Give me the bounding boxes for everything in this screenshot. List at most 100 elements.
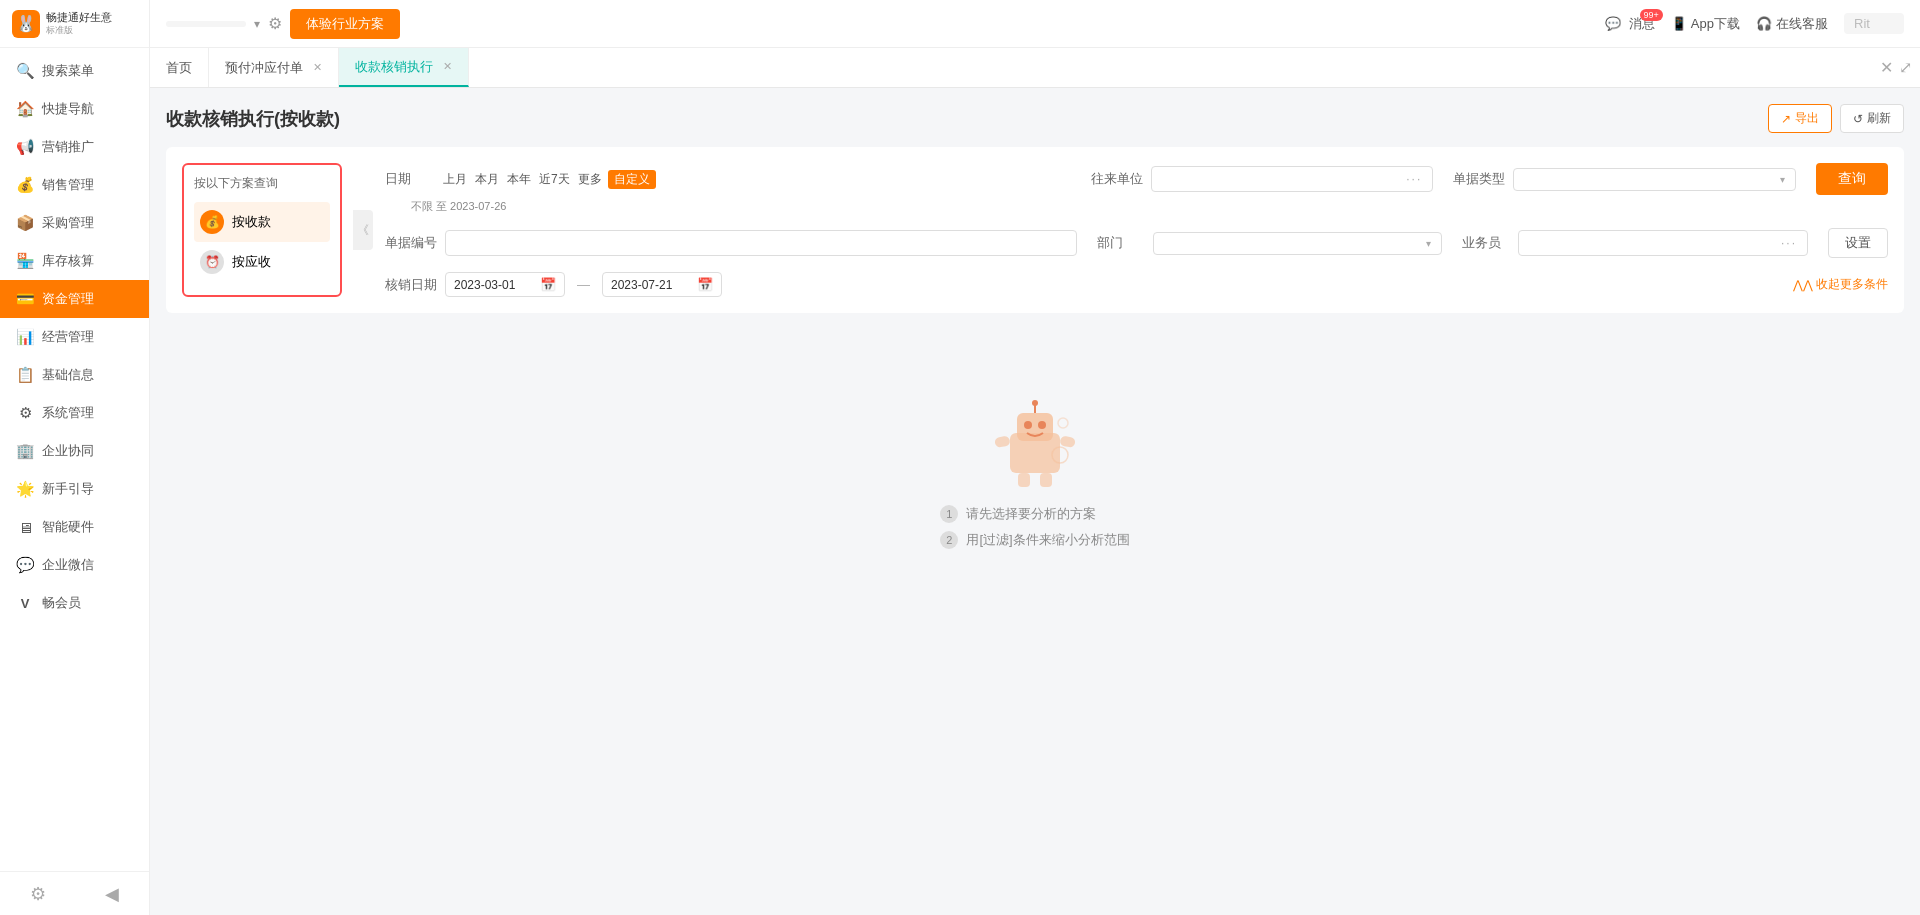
online-service-link[interactable]: 🎧 在线客服 <box>1756 15 1828 33</box>
calendar-start-icon[interactable]: 📅 <box>540 277 556 292</box>
empty-tips: 1 请先选择要分析的方案 2 用[过滤]条件来缩小分析范围 <box>940 505 1129 549</box>
salesperson-select[interactable]: ··· <box>1518 230 1808 256</box>
sidebar-item-label: 企业微信 <box>42 556 94 574</box>
date-sub-hint: 不限 至 2023-07-26 <box>411 199 1888 214</box>
refresh-button[interactable]: ↺ 刷新 <box>1840 104 1904 133</box>
tab-receipt-cancel-close[interactable]: ✕ <box>443 60 452 73</box>
svg-rect-8 <box>1018 473 1030 487</box>
counterparty-label: 往来单位 <box>1091 170 1143 188</box>
tab-close-all-icon[interactable]: ✕ <box>1880 58 1893 77</box>
date-shortcut-this-year[interactable]: 本年 <box>505 170 533 189</box>
logo-name: 畅捷通好生意 <box>46 10 112 24</box>
message-icon[interactable]: 💬 99+ 消息 <box>1605 15 1655 33</box>
receivable-option-icon: ⏰ <box>200 250 224 274</box>
collapse-more-button[interactable]: ⋀⋀ 收起更多条件 <box>1793 276 1888 293</box>
export-button[interactable]: ↗ 导出 <box>1768 104 1832 133</box>
sidebar-item-label: 智能硬件 <box>42 518 94 536</box>
counterparty-select[interactable]: ··· <box>1151 166 1434 192</box>
date-label: 日期 <box>385 170 433 188</box>
filter-option-by-receivable[interactable]: ⏰ 按应收 <box>194 242 330 282</box>
date-shortcut-custom[interactable]: 自定义 <box>608 170 656 189</box>
tip-text-1: 请先选择要分析的方案 <box>966 505 1096 523</box>
salesperson-dots: ··· <box>1781 236 1797 250</box>
tabbar: 首页 预付冲应付单 ✕ 收款核销执行 ✕ ✕ ⤢ <box>150 48 1920 88</box>
empty-state: 1 请先选择要分析的方案 2 用[过滤]条件来缩小分析范围 <box>166 313 1904 629</box>
date-shortcut-last-month[interactable]: 上月 <box>441 170 469 189</box>
filter-date-item: 日期 上月 本月 本年 近7天 更多 自定义 <box>385 170 1071 189</box>
date-shortcut-this-month[interactable]: 本月 <box>473 170 501 189</box>
doctype-select[interactable]: ▾ <box>1513 168 1796 191</box>
docno-input[interactable] <box>445 230 1077 256</box>
filter-salesperson-item: 业务员 ··· <box>1462 230 1808 256</box>
sidebar-item-inventory[interactable]: 🏪 库存核算 <box>0 242 149 280</box>
tab-expand-icon[interactable]: ⤢ <box>1899 58 1912 77</box>
collapse-icon: ⋀⋀ <box>1793 278 1813 292</box>
svg-point-2 <box>1024 421 1032 429</box>
sidebar-item-label: 资金管理 <box>42 290 94 308</box>
page-actions: ↗ 导出 ↺ 刷新 <box>1768 104 1904 133</box>
hardware-icon: 🖥 <box>16 519 34 536</box>
tab-prepay[interactable]: 预付冲应付单 ✕ <box>209 48 339 87</box>
app-download-link[interactable]: 📱 App下载 <box>1671 15 1740 33</box>
tip-num-1: 1 <box>940 505 958 523</box>
sidebar-item-sales[interactable]: 💰 销售管理 <box>0 166 149 204</box>
user-display: Rit <box>1844 13 1904 34</box>
topbar-right: 💬 99+ 消息 📱 App下载 🎧 在线客服 Rit <box>1605 13 1904 34</box>
sidebar-item-finance[interactable]: 💳 资金管理 <box>0 280 149 318</box>
verify-date-end-value: 2023-07-21 <box>611 278 672 292</box>
sidebar-item-label: 快捷导航 <box>42 100 94 118</box>
tab-prepay-close[interactable]: ✕ <box>313 61 322 74</box>
tab-receipt-cancel[interactable]: 收款核销执行 ✕ <box>339 48 469 87</box>
brand-placeholder <box>166 21 246 27</box>
app-download-label: App下载 <box>1691 15 1740 33</box>
date-shortcuts: 上月 本月 本年 近7天 更多 自定义 <box>441 170 656 189</box>
calendar-end-icon[interactable]: 📅 <box>697 277 713 292</box>
search-menu-icon: 🔍 <box>16 62 34 80</box>
guide-icon: 🌟 <box>16 480 34 498</box>
filter-doctype-item: 单据类型 ▾ <box>1453 168 1796 191</box>
sidebar-item-member[interactable]: V 畅会员 <box>0 584 149 622</box>
verify-date-label: 核销日期 <box>385 276 437 294</box>
settings-button[interactable]: 设置 <box>1828 228 1888 258</box>
logo-icon: 🐰 <box>12 10 40 38</box>
page-title: 收款核销执行(按收款) <box>166 107 340 131</box>
sidebar-item-guide[interactable]: 🌟 新手引导 <box>0 470 149 508</box>
settings-bottom-icon[interactable]: ⚙ <box>30 883 46 905</box>
verify-date-start-input[interactable]: 2023-03-01 📅 <box>445 272 565 297</box>
content-area: 收款核销执行(按收款) ↗ 导出 ↺ 刷新 按以下方案查询 💰 按收款 <box>150 88 1920 915</box>
verify-date-end-input[interactable]: 2023-07-21 📅 <box>602 272 722 297</box>
topbar-left: ▾ ⚙ 体验行业方案 <box>166 9 1593 39</box>
filter-collapse-button[interactable]: 《 <box>353 210 373 250</box>
query-btn-col: 查询 <box>1816 163 1888 195</box>
sidebar-item-business[interactable]: 📊 经营管理 <box>0 318 149 356</box>
sidebar-item-system[interactable]: ⚙ 系统管理 <box>0 394 149 432</box>
sidebar-item-purchase[interactable]: 📦 采购管理 <box>0 204 149 242</box>
wechat-icon: 💬 <box>16 556 34 574</box>
sidebar-item-label: 营销推广 <box>42 138 94 156</box>
tab-home[interactable]: 首页 <box>150 48 209 87</box>
sidebar-item-hardware[interactable]: 🖥 智能硬件 <box>0 508 149 546</box>
sidebar-item-base-info[interactable]: 📋 基础信息 <box>0 356 149 394</box>
sidebar-item-marketing[interactable]: 📢 营销推广 <box>0 128 149 166</box>
logo-badge: 标准版 <box>46 24 112 37</box>
sidebar-item-label: 销售管理 <box>42 176 94 194</box>
collapse-sidebar-icon[interactable]: ◀ <box>105 883 119 905</box>
sidebar-item-enterprise[interactable]: 🏢 企业协同 <box>0 432 149 470</box>
date-sub-text: 不限 至 2023-07-26 <box>411 199 506 214</box>
topbar-dropdown-icon[interactable]: ▾ <box>254 17 260 31</box>
topbar: ▾ ⚙ 体验行业方案 💬 99+ 消息 📱 App下载 🎧 在线客服 Rit <box>150 0 1920 48</box>
sidebar-item-wechat[interactable]: 💬 企业微信 <box>0 546 149 584</box>
filter-option-by-receipt[interactable]: 💰 按收款 <box>194 202 330 242</box>
sidebar-item-quick-nav[interactable]: 🏠 快捷导航 <box>0 90 149 128</box>
topbar-gear-icon[interactable]: ⚙ <box>268 14 282 33</box>
sidebar-item-label: 新手引导 <box>42 480 94 498</box>
date-shortcut-7days[interactable]: 近7天 <box>537 170 572 189</box>
tab-home-label: 首页 <box>166 59 192 77</box>
dept-select[interactable]: ▾ <box>1153 232 1443 255</box>
industry-btn[interactable]: 体验行业方案 <box>290 9 400 39</box>
filter-row-2: 单据编号 部门 ▾ 业务员 <box>385 228 1888 258</box>
system-icon: ⚙ <box>16 404 34 422</box>
query-button[interactable]: 查询 <box>1816 163 1888 195</box>
date-shortcut-more[interactable]: 更多 <box>576 170 604 189</box>
sidebar-item-search-menu[interactable]: 🔍 搜索菜单 <box>0 52 149 90</box>
